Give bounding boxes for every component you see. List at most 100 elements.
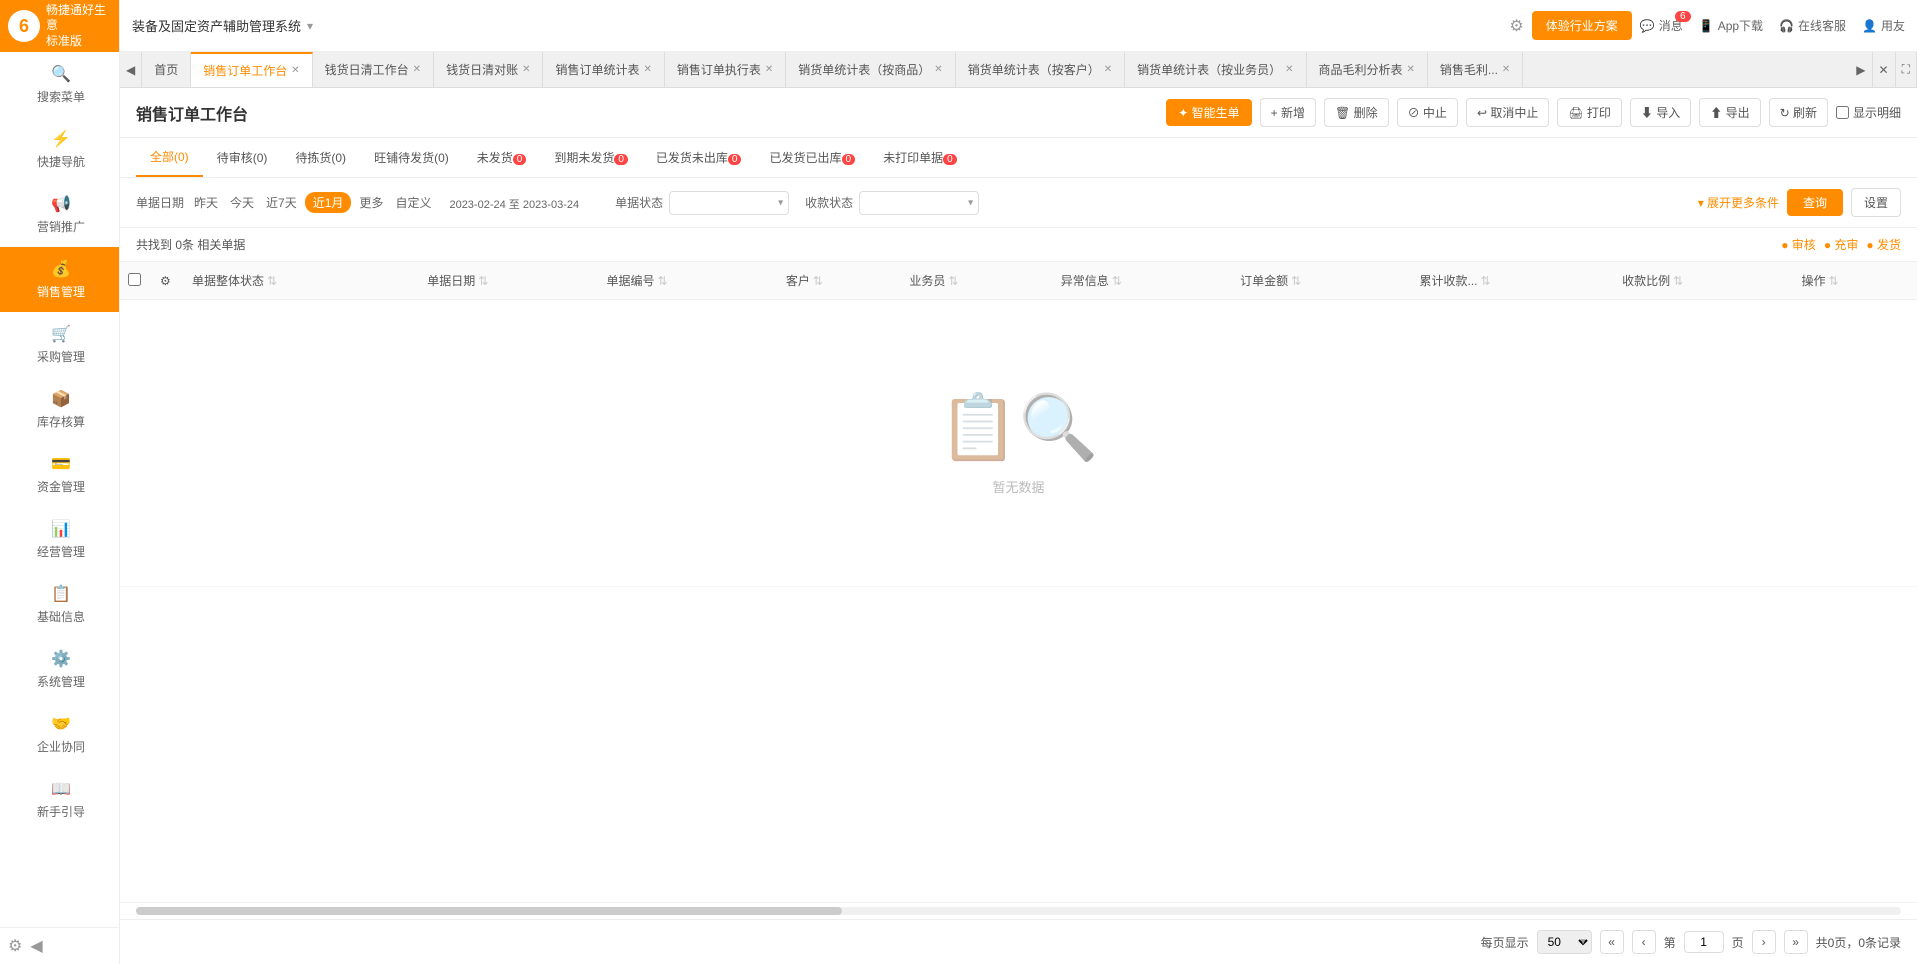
stop-button[interactable]: ⊘ 中止 — [1397, 98, 1458, 127]
date-option-3[interactable]: 近1月 — [305, 192, 352, 213]
message-item[interactable]: 💬 消息 6 — [1640, 17, 1683, 34]
sort-icon-4: ⇅ — [948, 274, 958, 288]
status-select[interactable] — [669, 191, 789, 215]
per-page-select[interactable]: 2050100 — [1537, 930, 1592, 954]
refresh-button[interactable]: ↻ 刷新 — [1769, 98, 1828, 127]
page-input[interactable] — [1684, 931, 1724, 953]
query-button[interactable]: 查询 — [1787, 189, 1843, 216]
sidebar-item-4[interactable]: 🛒采购管理 — [0, 312, 119, 377]
sidebar-item-1[interactable]: ⚡快捷导航 — [0, 117, 119, 182]
tab-close-7[interactable]: ✕ — [1104, 64, 1112, 75]
new-button[interactable]: + 新增 — [1260, 98, 1316, 127]
th-sort-7[interactable]: 累计收款...⇅ — [1419, 272, 1606, 289]
sidebar-item-3[interactable]: 💰销售管理 — [0, 247, 119, 312]
tab-close-3[interactable]: ✕ — [522, 64, 530, 75]
subtab-8[interactable]: 未打印单据0 — [869, 139, 971, 176]
th-sort-6[interactable]: 订单金额⇅ — [1240, 272, 1403, 289]
settings-button[interactable]: 设置 — [1851, 188, 1901, 217]
date-option-5[interactable]: 自定义 — [391, 192, 435, 213]
smart-create-button[interactable]: ✦ 智能生单 — [1166, 99, 1251, 126]
date-option-0[interactable]: 昨天 — [190, 192, 222, 213]
tab-next-btn[interactable]: ▶ — [1850, 52, 1872, 88]
tab-maximize-btn[interactable]: ⛶ — [1896, 52, 1917, 88]
sidebar-item-8[interactable]: 📋基础信息 — [0, 572, 119, 637]
tab-close-6[interactable]: ✕ — [934, 64, 942, 75]
sidebar-item-7[interactable]: 📊经营管理 — [0, 507, 119, 572]
sidebar-item-6[interactable]: 💳资金管理 — [0, 442, 119, 507]
app-download-item[interactable]: 📱 App下载 — [1699, 17, 1763, 34]
topbar-gear-icon[interactable]: ⚙ — [1509, 16, 1523, 36]
collapse-icon[interactable]: ◀ — [30, 936, 42, 956]
cancel-stop-button[interactable]: ↩ 取消中止 — [1466, 98, 1549, 127]
th-sort-1[interactable]: 单据日期⇅ — [427, 272, 590, 289]
th-sort-2[interactable]: 单据编号⇅ — [607, 272, 770, 289]
th-sort-5[interactable]: 异常信息⇅ — [1061, 272, 1224, 289]
tab-1[interactable]: 销售订单工作台✕ — [191, 52, 312, 88]
th-sort-8[interactable]: 收款比例⇅ — [1622, 272, 1785, 289]
subtab-0[interactable]: 全部(0) — [136, 138, 203, 177]
tab-close-2[interactable]: ✕ — [413, 64, 421, 75]
tab-close-9[interactable]: ✕ — [1407, 64, 1415, 75]
sidebar-item-5[interactable]: 📦库存核算 — [0, 377, 119, 442]
first-page-btn[interactable]: « — [1600, 930, 1624, 954]
dropdown-arrow-icon[interactable]: ▾ — [307, 19, 313, 33]
trial-button[interactable]: 体验行业方案 — [1532, 11, 1632, 40]
tab-2[interactable]: 钱货日清工作台✕ — [313, 52, 434, 88]
th-sort-3[interactable]: 客户⇅ — [786, 272, 894, 289]
sidebar-item-0[interactable]: 🔍搜索菜单 — [0, 52, 119, 117]
select-all-checkbox[interactable] — [128, 273, 141, 286]
date-option-2[interactable]: 近7天 — [262, 192, 301, 213]
horizontal-scrollbar[interactable] — [120, 902, 1917, 919]
subtab-2[interactable]: 待拣货(0) — [281, 139, 360, 176]
tab-3[interactable]: 钱货日清对账✕ — [434, 52, 543, 88]
last-page-btn[interactable]: » — [1784, 930, 1808, 954]
date-option-1[interactable]: 今天 — [226, 192, 258, 213]
ship-button[interactable]: ● 发货 — [1866, 236, 1901, 253]
delete-button[interactable]: 🗑 删除 — [1324, 98, 1389, 127]
tab-7[interactable]: 销货单统计表（按客户）✕ — [956, 52, 1125, 88]
tab-close-8[interactable]: ✕ — [1285, 64, 1293, 75]
scrollbar-thumb[interactable] — [136, 907, 842, 915]
th-sort-0[interactable]: 单据整体状态⇅ — [192, 272, 411, 289]
tab-0[interactable]: 首页 — [142, 52, 191, 88]
expand-filter-btn[interactable]: ▾ 展开更多条件 — [1698, 194, 1779, 211]
approve-button[interactable]: ● 审核 — [1781, 236, 1816, 253]
show-detail-checkbox[interactable] — [1836, 106, 1849, 119]
export-button[interactable]: ⬆ 导出 — [1699, 98, 1760, 127]
import-button[interactable]: ⬇ 导入 — [1630, 98, 1691, 127]
tab-6[interactable]: 销货单统计表（按商品）✕ — [786, 52, 955, 88]
subtab-4[interactable]: 未发货0 — [463, 139, 541, 176]
online-service-item[interactable]: 🎧 在线客服 — [1779, 17, 1846, 34]
tab-close-4[interactable]: ✕ — [643, 64, 651, 75]
tab-8[interactable]: 销货单统计表（按业务员）✕ — [1125, 52, 1306, 88]
print-button[interactable]: 🖨 打印 — [1557, 98, 1622, 127]
th-sort-4[interactable]: 业务员⇅ — [909, 272, 1044, 289]
cancel-approve-button[interactable]: ● 充审 — [1824, 236, 1859, 253]
tab-10[interactable]: 销售毛利...✕ — [1428, 52, 1523, 88]
th-sort-9[interactable]: 操作⇅ — [1801, 272, 1909, 289]
tab-close-10[interactable]: ✕ — [1502, 64, 1510, 75]
prev-page-btn[interactable]: ‹ — [1632, 930, 1656, 954]
tab-5[interactable]: 销售订单执行表✕ — [665, 52, 786, 88]
tab-9[interactable]: 商品毛利分析表✕ — [1307, 52, 1428, 88]
sidebar-item-2[interactable]: 📢营销推广 — [0, 182, 119, 247]
tab-prev-btn[interactable]: ◀ — [120, 52, 142, 88]
sidebar-item-11[interactable]: 📖新手引导 — [0, 767, 119, 832]
tab-4[interactable]: 销售订单统计表✕ — [543, 52, 664, 88]
tab-close-5[interactable]: ✕ — [765, 64, 773, 75]
subtab-1[interactable]: 待审核(0) — [203, 139, 282, 176]
subtab-5[interactable]: 到期未发货0 — [540, 139, 642, 176]
subtab-6[interactable]: 已发货未出库0 — [642, 139, 756, 176]
sidebar-item-10[interactable]: 🤝企业协同 — [0, 702, 119, 767]
user-item[interactable]: 👤 用友 — [1862, 17, 1905, 34]
subtab-3[interactable]: 旺铺待发货(0) — [360, 139, 463, 176]
payment-select[interactable] — [859, 191, 979, 215]
sidebar-item-9[interactable]: ⚙️系统管理 — [0, 637, 119, 702]
settings-icon[interactable]: ⚙ — [8, 936, 22, 956]
next-page-btn[interactable]: › — [1752, 930, 1776, 954]
tab-close-all-btn[interactable]: ✕ — [1873, 52, 1896, 88]
date-option-4[interactable]: 更多 — [355, 192, 387, 213]
tab-close-1[interactable]: ✕ — [291, 65, 299, 76]
settings-col-icon[interactable]: ⚙ — [160, 274, 171, 288]
subtab-7[interactable]: 已发货已出库0 — [755, 139, 869, 176]
